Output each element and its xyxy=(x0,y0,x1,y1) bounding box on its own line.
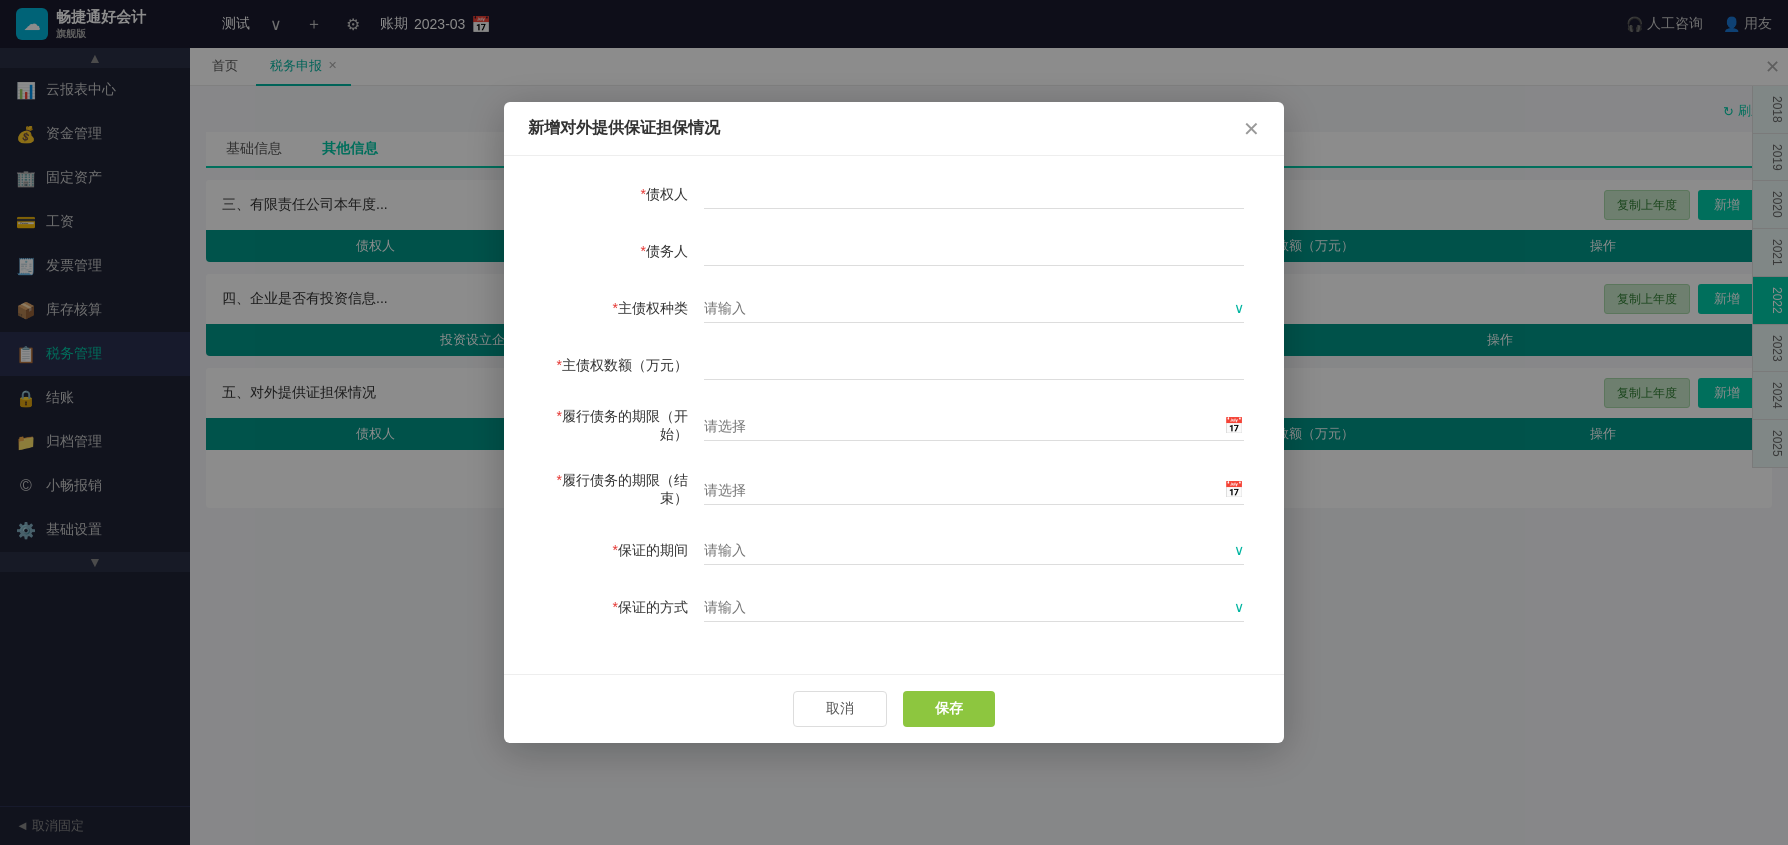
label-guarantee-period: *保证的期间 xyxy=(544,542,704,560)
label-claim-amount: *主债权数额（万元） xyxy=(544,357,704,375)
input-wrapper-claim-type: ∨ xyxy=(704,294,1244,323)
input-debtor[interactable] xyxy=(704,237,1244,265)
label-period-end: *履行债务的期限（结束） xyxy=(544,472,704,508)
modal-add-guarantee: 新增对外提供保证担保情况 ✕ *债权人 *债务人 xyxy=(504,102,1284,743)
input-wrapper-guarantee-method: ∨ xyxy=(704,593,1244,622)
calendar-end-icon[interactable]: 📅 xyxy=(1224,480,1244,499)
calendar-start-icon[interactable]: 📅 xyxy=(1224,416,1244,435)
label-guarantee-method: *保证的方式 xyxy=(544,599,704,617)
modal-close-btn[interactable]: ✕ xyxy=(1243,119,1260,139)
form-row-creditor: *债权人 xyxy=(544,180,1244,209)
input-wrapper-claim-amount xyxy=(704,351,1244,380)
form-row-guarantee-method: *保证的方式 ∨ xyxy=(544,593,1244,622)
label-creditor: *债权人 xyxy=(544,186,704,204)
input-wrapper-period-end: 📅 xyxy=(704,476,1244,505)
input-wrapper-guarantee-period: ∨ xyxy=(704,536,1244,565)
input-creditor[interactable] xyxy=(704,180,1244,208)
modal-title: 新增对外提供保证担保情况 xyxy=(528,118,720,139)
chevron-guarantee-period-icon: ∨ xyxy=(1234,542,1244,558)
form-row-guarantee-period: *保证的期间 ∨ xyxy=(544,536,1244,565)
modal-body: *债权人 *债务人 *主债权种类 xyxy=(504,156,1284,674)
input-guarantee-period[interactable] xyxy=(704,536,1234,564)
modal-header: 新增对外提供保证担保情况 ✕ xyxy=(504,102,1284,156)
input-wrapper-period-start: 📅 xyxy=(704,412,1244,441)
chevron-guarantee-method-icon: ∨ xyxy=(1234,599,1244,615)
modal-overlay: 新增对外提供保证担保情况 ✕ *债权人 *债务人 xyxy=(0,0,1788,845)
input-wrapper-debtor xyxy=(704,237,1244,266)
label-claim-type: *主债权种类 xyxy=(544,300,704,318)
input-guarantee-method[interactable] xyxy=(704,593,1234,621)
cancel-btn[interactable]: 取消 xyxy=(793,691,887,727)
save-btn[interactable]: 保存 xyxy=(903,691,995,727)
form-row-period-end: *履行债务的期限（结束） 📅 xyxy=(544,472,1244,508)
label-period-start: *履行债务的期限（开始） xyxy=(544,408,704,444)
label-debtor: *债务人 xyxy=(544,243,704,261)
form-row-claim-type: *主债权种类 ∨ xyxy=(544,294,1244,323)
input-claim-amount[interactable] xyxy=(704,351,1244,379)
input-period-start[interactable] xyxy=(704,412,1224,440)
chevron-claim-type-icon: ∨ xyxy=(1234,300,1244,316)
input-period-end[interactable] xyxy=(704,476,1224,504)
input-wrapper-creditor xyxy=(704,180,1244,209)
form-row-claim-amount: *主债权数额（万元） xyxy=(544,351,1244,380)
modal-footer: 取消 保存 xyxy=(504,674,1284,743)
input-claim-type[interactable] xyxy=(704,294,1234,322)
form-row-debtor: *债务人 xyxy=(544,237,1244,266)
form-row-period-start: *履行债务的期限（开始） 📅 xyxy=(544,408,1244,444)
